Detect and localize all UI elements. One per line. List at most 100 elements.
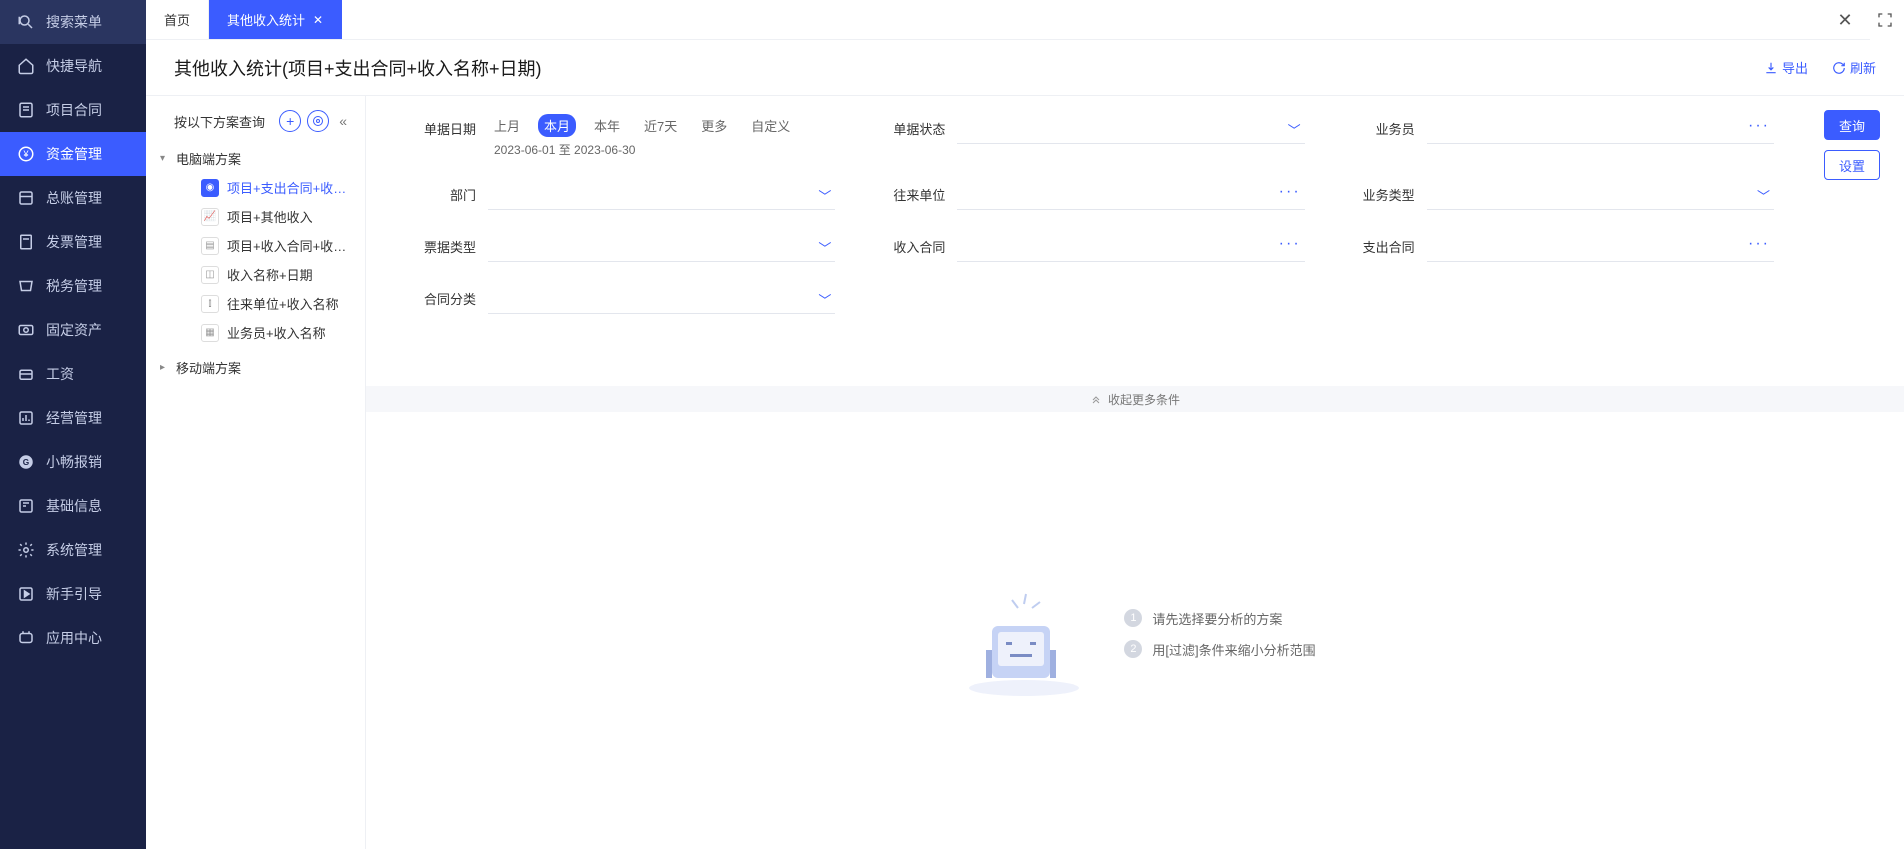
app-icon xyxy=(16,628,36,648)
page-header: 其他收入统计(项目+支出合同+收入名称+日期) 导出 刷新 xyxy=(146,40,1904,96)
scheme-icon: ◫ xyxy=(201,266,219,284)
date-range-display: 2023-06-01 至 2023-06-30 xyxy=(488,141,835,158)
sidebar-item-expense[interactable]: G 小畅报销 xyxy=(0,440,146,484)
scheme-title: 按以下方案查询 xyxy=(174,112,265,131)
ledger-icon xyxy=(16,188,36,208)
filter-label-biztype: 业务类型 xyxy=(1345,180,1427,204)
scheme-settings-button[interactable] xyxy=(307,110,329,132)
filter-label-date: 单据日期 xyxy=(406,114,488,138)
salesman-select[interactable]: ··· xyxy=(1427,114,1774,144)
date-tab-7days[interactable]: 近7天 xyxy=(638,114,683,137)
search-icon xyxy=(16,12,36,32)
refresh-button[interactable]: 刷新 xyxy=(1832,58,1876,77)
collapse-scheme-button[interactable]: « xyxy=(335,113,351,129)
tree-item[interactable]: ◉项目+支出合同+收入... xyxy=(156,173,355,202)
more-icon: ··· xyxy=(1748,117,1770,135)
svg-text:G: G xyxy=(23,458,29,467)
document-icon xyxy=(16,100,36,120)
tree-item[interactable]: ▤项目+收入合同+收入... xyxy=(156,231,355,260)
add-scheme-button[interactable]: + xyxy=(279,110,301,132)
tab-home[interactable]: 首页 xyxy=(146,0,209,39)
settings-button[interactable]: 设置 xyxy=(1824,150,1880,180)
chevron-down-icon: ﹀ xyxy=(818,186,831,205)
date-tab-thismonth[interactable]: 本月 xyxy=(538,114,576,137)
scheme-icon: ◉ xyxy=(201,179,219,197)
sidebar-item-label: 快捷导航 xyxy=(46,56,102,76)
sidebar: 搜索菜单 快捷导航 项目合同 ¥ 资金管理 总账管理 发票管理 税务管理 固定资产… xyxy=(0,0,146,849)
sidebar-item-invoice[interactable]: 发票管理 xyxy=(0,220,146,264)
filter-area: 单据日期 上月 本月 本年 近7天 更多 自定义 2023-06-01 至 20… xyxy=(366,96,1904,336)
home-icon xyxy=(16,56,36,76)
date-tab-more[interactable]: 更多 xyxy=(695,114,733,137)
tree-group-mobile[interactable]: ▸移动端方案 xyxy=(156,353,355,382)
sidebar-item-ledger[interactable]: 总账管理 xyxy=(0,176,146,220)
sidebar-item-system[interactable]: 系统管理 xyxy=(0,528,146,572)
scheme-icon: ▤ xyxy=(201,237,219,255)
tree-item[interactable]: 📈项目+其他收入 xyxy=(156,202,355,231)
step-badge: 2 xyxy=(1124,640,1142,658)
more-icon: ··· xyxy=(1279,183,1301,201)
sidebar-item-label: 固定资产 xyxy=(46,320,102,340)
date-tab-lastmonth[interactable]: 上月 xyxy=(488,114,526,137)
sidebar-item-tax[interactable]: 税务管理 xyxy=(0,264,146,308)
tree-item[interactable]: ◫收入名称+日期 xyxy=(156,260,355,289)
scheme-icon: ▦ xyxy=(201,324,219,342)
sidebar-item-label: 资金管理 xyxy=(46,144,102,164)
filter-label-status: 单据状态 xyxy=(875,114,957,138)
sidebar-item-label: 经营管理 xyxy=(46,408,102,428)
export-button[interactable]: 导出 xyxy=(1764,58,1808,77)
status-select[interactable]: ﹀ xyxy=(957,114,1304,144)
sidebar-item-label: 新手引导 xyxy=(46,584,102,604)
close-tab-icon[interactable]: ✕ xyxy=(313,13,323,27)
dept-select[interactable]: ﹀ xyxy=(488,180,835,210)
guide-icon xyxy=(16,584,36,604)
sidebar-item-home[interactable]: 快捷导航 xyxy=(0,44,146,88)
tickettype-select[interactable]: ﹀ xyxy=(488,232,835,262)
sidebar-item-info[interactable]: 基础信息 xyxy=(0,484,146,528)
filter-label-income-contract: 收入合同 xyxy=(875,232,957,256)
sidebar-item-salary[interactable]: 工资 xyxy=(0,352,146,396)
tab-current[interactable]: 其他收入统计✕ xyxy=(209,0,342,39)
more-icon: ··· xyxy=(1748,235,1770,253)
date-tab-thisyear[interactable]: 本年 xyxy=(588,114,626,137)
sidebar-item-guide[interactable]: 新手引导 xyxy=(0,572,146,616)
scheme-icon: 📈 xyxy=(201,208,219,226)
sidebar-item-label: 发票管理 xyxy=(46,232,102,252)
sidebar-item-contract[interactable]: 项目合同 xyxy=(0,88,146,132)
sidebar-item-search[interactable]: 搜索菜单 xyxy=(0,0,146,44)
income-contract-select[interactable]: ··· xyxy=(957,232,1304,262)
tree-item[interactable]: ⫾往来单位+收入名称 xyxy=(156,289,355,318)
sidebar-item-asset[interactable]: 固定资产 xyxy=(0,308,146,352)
collapse-filters-button[interactable]: 收起更多条件 xyxy=(366,386,1904,412)
partner-select[interactable]: ··· xyxy=(957,180,1304,210)
sidebar-item-apps[interactable]: 应用中心 xyxy=(0,616,146,660)
date-tab-custom[interactable]: 自定义 xyxy=(745,114,796,137)
close-all-button[interactable]: ✕ xyxy=(1828,0,1862,40)
tree-group-desktop[interactable]: ▾电脑端方案 xyxy=(156,144,355,173)
sidebar-item-label: 项目合同 xyxy=(46,100,102,120)
fullscreen-button[interactable] xyxy=(1868,0,1902,40)
filter-label-contract-cat: 合同分类 xyxy=(406,284,488,308)
svg-text:¥: ¥ xyxy=(22,149,29,159)
query-button[interactable]: 查询 xyxy=(1824,110,1880,140)
expense-contract-select[interactable]: ··· xyxy=(1427,232,1774,262)
tree-item[interactable]: ▦业务员+收入名称 xyxy=(156,318,355,347)
tabs-bar: 首页 其他收入统计✕ xyxy=(146,0,1870,40)
sidebar-item-label: 税务管理 xyxy=(46,276,102,296)
page-title: 其他收入统计(项目+支出合同+收入名称+日期) xyxy=(174,55,542,81)
g-icon: G xyxy=(16,452,36,472)
sidebar-item-label: 小畅报销 xyxy=(46,452,102,472)
sidebar-item-label: 总账管理 xyxy=(46,188,102,208)
sidebar-item-label: 系统管理 xyxy=(46,540,102,560)
sidebar-item-funds[interactable]: ¥ 资金管理 xyxy=(0,132,146,176)
scheme-panel: 按以下方案查询 + « ▾电脑端方案 ◉项目+支出合同+收入... 📈项目+其他… xyxy=(146,96,366,849)
empty-illustration xyxy=(954,580,1094,700)
sidebar-item-biz[interactable]: 经营管理 xyxy=(0,396,146,440)
biztype-select[interactable]: ﹀ xyxy=(1427,180,1774,210)
caret-down-icon: ▾ xyxy=(160,153,165,164)
info-icon xyxy=(16,496,36,516)
scheme-icon: ⫾ xyxy=(201,295,219,313)
chevron-down-icon: ﹀ xyxy=(1757,186,1770,205)
empty-step1: 请先选择要分析的方案 xyxy=(1152,609,1282,628)
contract-cat-select[interactable]: ﹀ xyxy=(488,284,835,314)
